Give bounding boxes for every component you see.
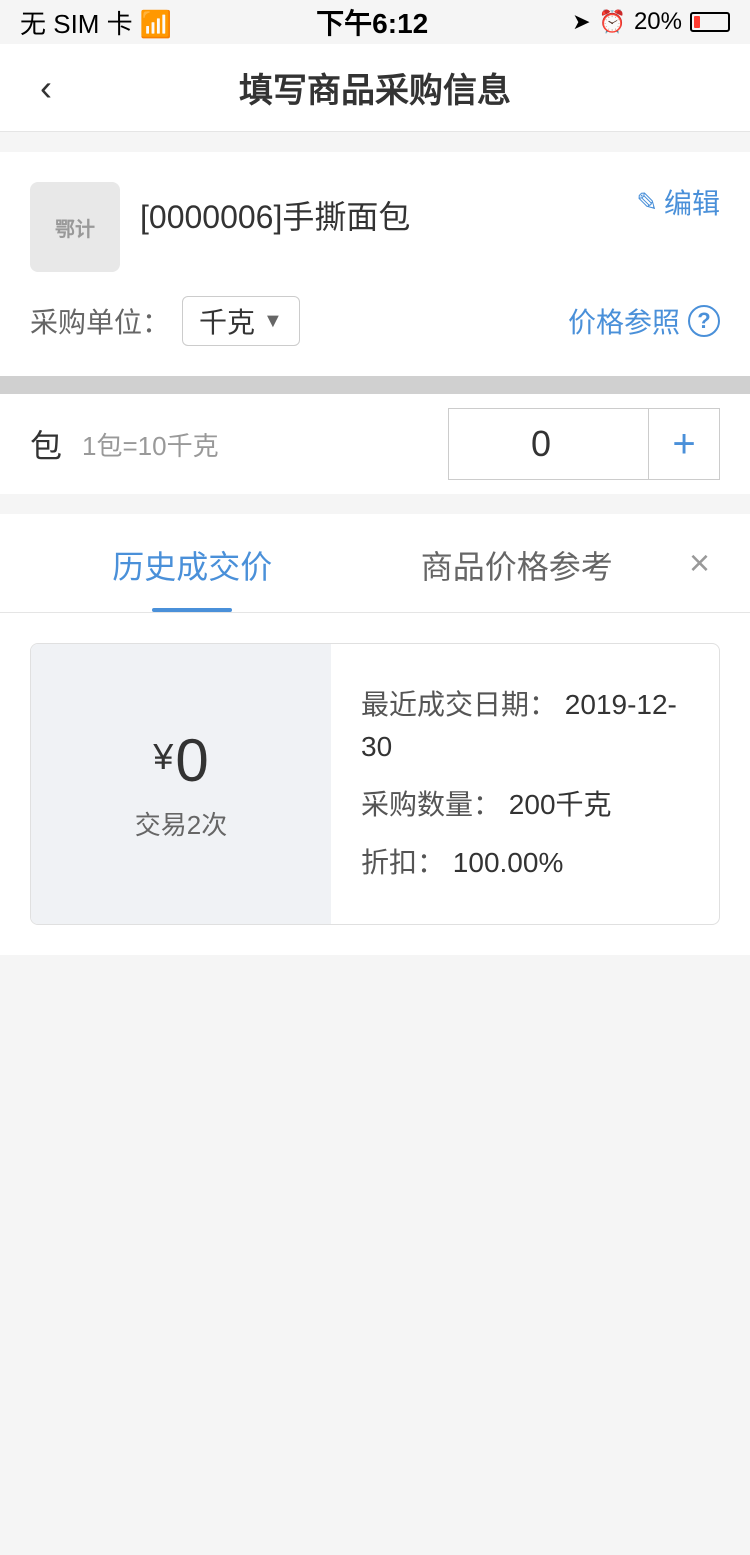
product-section: 鄂计 [0000006]手撕面包 ✎ 编辑 采购单位： 千克 ▼ 价格参照 ? bbox=[0, 152, 750, 376]
price-value: 0 bbox=[175, 726, 208, 795]
product-unit-row: 采购单位： 千克 ▼ 价格参照 ? bbox=[30, 296, 720, 346]
close-icon: × bbox=[689, 542, 710, 583]
plus-icon: + bbox=[672, 422, 695, 467]
unit-selector[interactable]: 千克 ▼ bbox=[182, 296, 300, 346]
status-carrier: 无 SIM 卡 📶 bbox=[20, 4, 172, 41]
discount-value: 100.00% bbox=[453, 847, 564, 878]
price-amount: ¥ 0 bbox=[153, 726, 208, 795]
tab-history-price[interactable]: 历史成交价 bbox=[30, 514, 354, 612]
price-card-container: ¥ 0 交易2次 最近成交日期： 2019-12-30 采购数量： 200千克 … bbox=[0, 613, 750, 955]
price-card: ¥ 0 交易2次 最近成交日期： 2019-12-30 采购数量： 200千克 … bbox=[30, 643, 720, 925]
alarm-icon: ⏰ bbox=[599, 9, 626, 35]
tab-history-label: 历史成交价 bbox=[112, 549, 272, 585]
quantity-value: 200千克 bbox=[509, 789, 612, 820]
tabs-close-button[interactable]: × bbox=[679, 542, 720, 584]
discount-row: 折扣： 100.00% bbox=[361, 842, 689, 884]
nav-bar: ‹ 填写商品采购信息 bbox=[0, 44, 750, 132]
price-ref-label: 价格参照 bbox=[568, 301, 680, 341]
price-ref-help-icon: ? bbox=[688, 305, 720, 337]
currency-symbol: ¥ bbox=[153, 736, 173, 778]
avatar-text: 鄂计 bbox=[55, 213, 95, 242]
edit-button[interactable]: ✎ 编辑 bbox=[636, 182, 720, 222]
tab-price-reference[interactable]: 商品价格参考 bbox=[354, 514, 678, 612]
unit-conversion: 1包=10千克 bbox=[82, 426, 219, 463]
tab-reference-label: 商品价格参考 bbox=[421, 549, 613, 585]
tab-active-underline bbox=[152, 608, 232, 612]
recent-date-label: 最近成交日期： bbox=[361, 689, 557, 720]
quantity-label: 采购数量： bbox=[361, 789, 501, 820]
status-bar: 无 SIM 卡 📶 下午6:12 ➤ ⏰ 20% bbox=[0, 0, 750, 44]
price-card-left: ¥ 0 交易2次 bbox=[31, 644, 331, 924]
edit-icon: ✎ bbox=[636, 187, 658, 218]
battery-percent: 20% bbox=[634, 8, 682, 36]
quantity-input[interactable] bbox=[448, 408, 648, 480]
price-reference-button[interactable]: 价格参照 ? bbox=[568, 301, 720, 341]
section-divider bbox=[0, 376, 750, 394]
product-name: [0000006]手撕面包 bbox=[140, 182, 410, 238]
back-icon: ‹ bbox=[40, 67, 52, 108]
recent-date-row: 最近成交日期： 2019-12-30 bbox=[361, 684, 689, 768]
back-button[interactable]: ‹ bbox=[30, 57, 62, 119]
status-right-group: ➤ ⏰ 20% bbox=[572, 8, 730, 36]
purchase-quantity-row: 采购数量： 200千克 bbox=[361, 784, 689, 826]
quantity-row: 包 1包=10千克 + bbox=[0, 394, 750, 494]
quantity-unit-info: 包 1包=10千克 bbox=[30, 421, 219, 467]
quantity-control: + bbox=[448, 408, 720, 480]
quantity-plus-button[interactable]: + bbox=[648, 408, 720, 480]
tabs-section: 历史成交价 商品价格参考 × ¥ 0 交易2次 最近成交日期： 2019-12-… bbox=[0, 514, 750, 955]
product-header: 鄂计 [0000006]手撕面包 ✎ 编辑 bbox=[30, 182, 720, 272]
unit-value: 千克 bbox=[199, 301, 255, 341]
battery-icon bbox=[690, 12, 730, 32]
page-title: 填写商品采购信息 bbox=[239, 63, 511, 112]
product-avatar: 鄂计 bbox=[30, 182, 120, 272]
edit-label: 编辑 bbox=[664, 182, 720, 222]
unit-label: 采购单位： bbox=[30, 301, 170, 341]
unit-badge: 包 bbox=[30, 421, 62, 467]
tabs-header: 历史成交价 商品价格参考 × bbox=[0, 514, 750, 613]
price-trades: 交易2次 bbox=[135, 805, 227, 842]
status-time: 下午6:12 bbox=[316, 2, 428, 42]
location-icon: ➤ bbox=[572, 9, 590, 35]
unit-dropdown-icon: ▼ bbox=[263, 310, 283, 333]
main-content bbox=[0, 955, 750, 1555]
product-info: 鄂计 [0000006]手撕面包 bbox=[30, 182, 410, 272]
price-card-right: 最近成交日期： 2019-12-30 采购数量： 200千克 折扣： 100.0… bbox=[331, 644, 719, 924]
discount-label: 折扣： bbox=[361, 847, 445, 878]
